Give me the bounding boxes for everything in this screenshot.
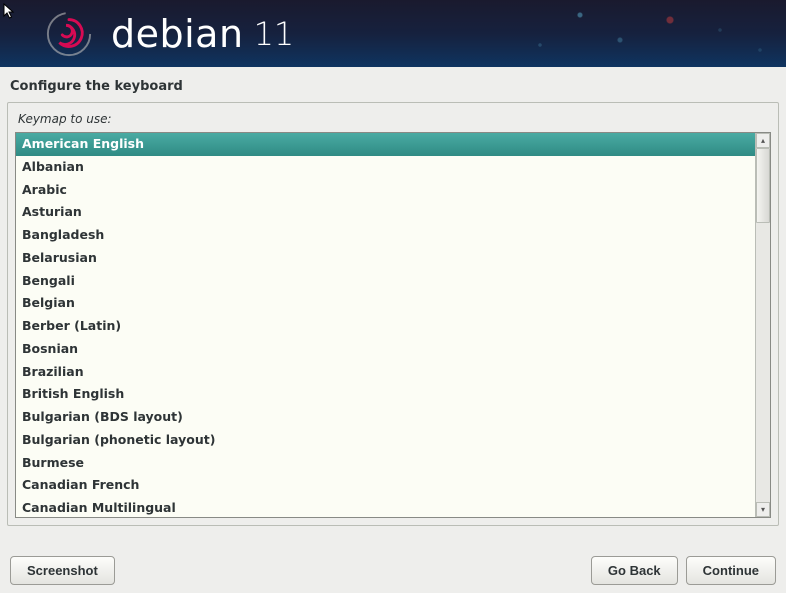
scroll-thumb[interactable] (756, 148, 770, 223)
list-item[interactable]: British English (16, 383, 755, 406)
scroll-up-button[interactable]: ▴ (756, 133, 770, 148)
debian-swirl-icon (45, 10, 93, 58)
list-item[interactable]: American English (16, 133, 755, 156)
list-item[interactable]: Belgian (16, 292, 755, 315)
go-back-button[interactable]: Go Back (591, 556, 678, 585)
list-item[interactable]: Bangladesh (16, 224, 755, 247)
list-item[interactable]: Canadian Multilingual (16, 497, 755, 517)
list-item[interactable]: Asturian (16, 201, 755, 224)
keymap-listbox-container: American EnglishAlbanianArabicAsturianBa… (15, 132, 771, 518)
brand-version: 11 (254, 15, 295, 53)
scroll-down-button[interactable]: ▾ (756, 502, 770, 517)
list-item[interactable]: Arabic (16, 179, 755, 202)
list-item[interactable]: Brazilian (16, 361, 755, 384)
list-item[interactable]: Bengali (16, 270, 755, 293)
scrollbar[interactable]: ▴ ▾ (755, 133, 770, 517)
list-item[interactable]: Bosnian (16, 338, 755, 361)
continue-button[interactable]: Continue (686, 556, 776, 585)
list-item[interactable]: Burmese (16, 452, 755, 475)
screenshot-button[interactable]: Screenshot (10, 556, 115, 585)
installer-header: debian 11 (0, 0, 786, 67)
mouse-cursor (3, 3, 17, 25)
keyboard-panel: Keymap to use: American EnglishAlbanianA… (7, 102, 779, 526)
button-bar: Screenshot Go Back Continue (0, 556, 786, 585)
keymap-label: Keymap to use: (8, 103, 778, 132)
list-item[interactable]: Belarusian (16, 247, 755, 270)
brand-name: debian (111, 12, 244, 56)
list-item[interactable]: Albanian (16, 156, 755, 179)
list-item[interactable]: Canadian French (16, 474, 755, 497)
list-item[interactable]: Bulgarian (phonetic layout) (16, 429, 755, 452)
list-item[interactable]: Bulgarian (BDS layout) (16, 406, 755, 429)
list-item[interactable]: Berber (Latin) (16, 315, 755, 338)
keymap-listbox[interactable]: American EnglishAlbanianArabicAsturianBa… (16, 133, 755, 517)
page-title: Configure the keyboard (0, 67, 786, 102)
